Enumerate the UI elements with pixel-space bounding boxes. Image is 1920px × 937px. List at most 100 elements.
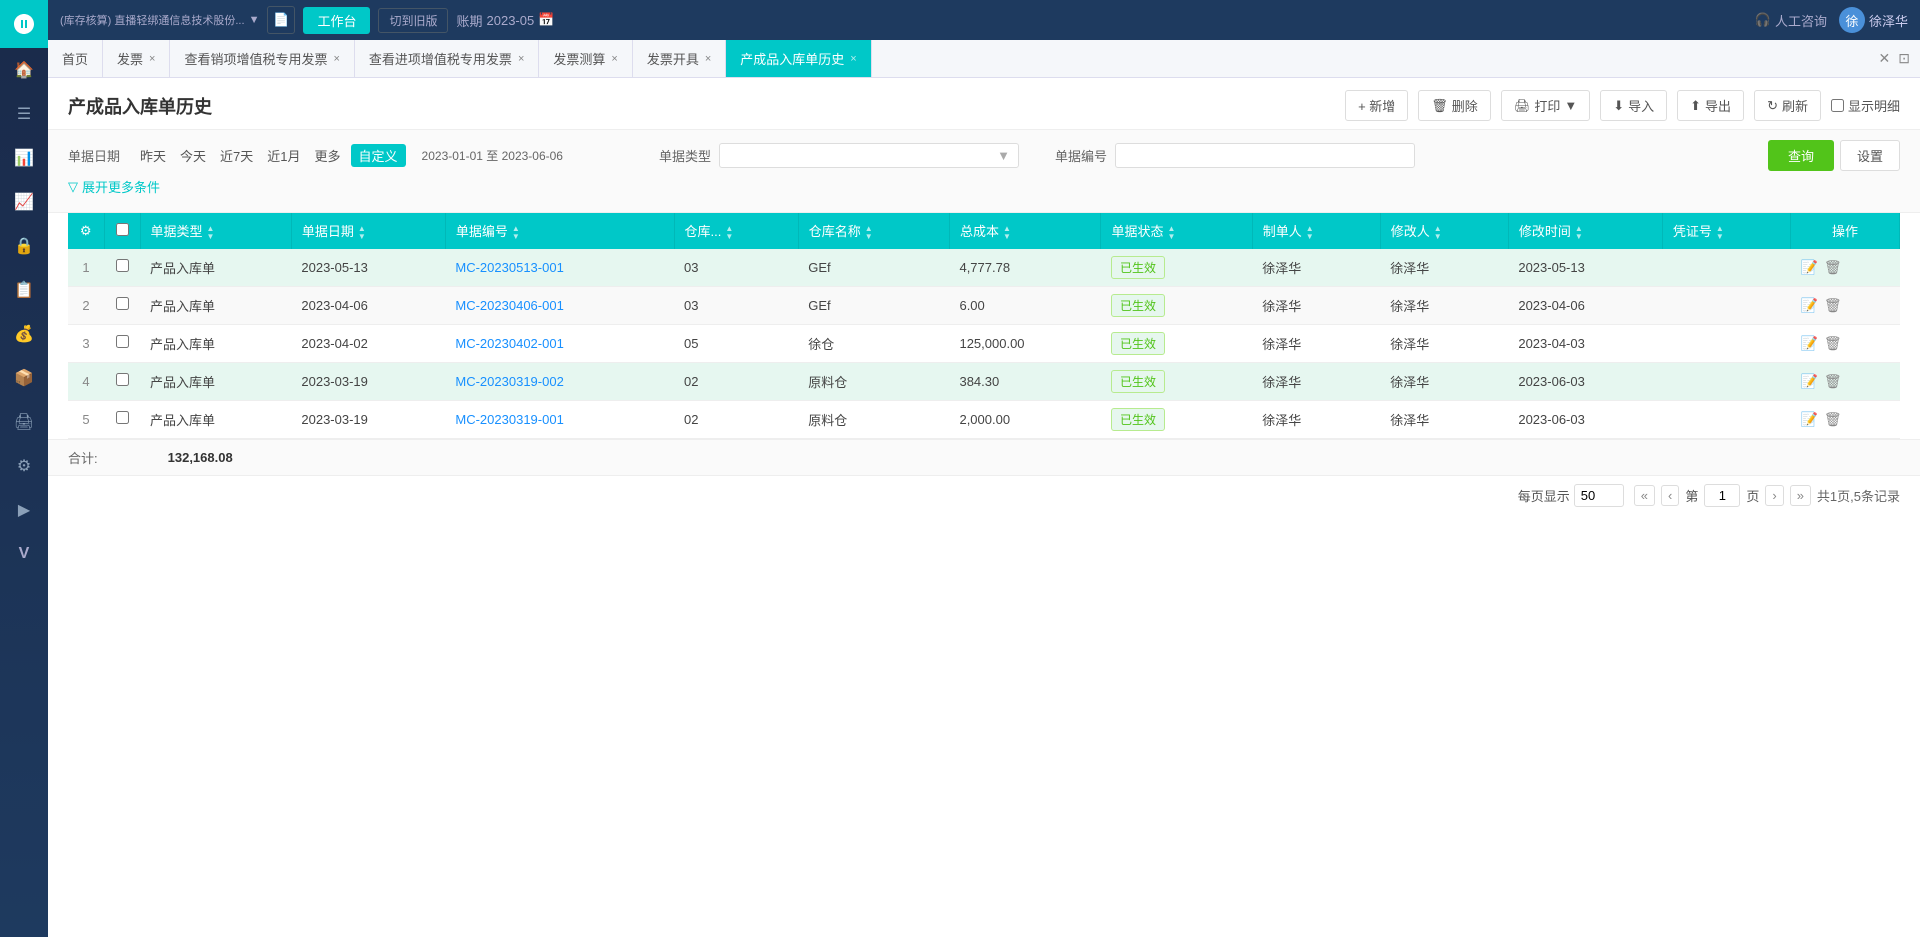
th-total-cost[interactable]: 总成本▲▼ <box>949 213 1100 249</box>
shortcut-7days[interactable]: 近7天 <box>216 144 257 167</box>
row-modify-time-1: 2023-05-13 <box>1508 249 1662 287</box>
per-page-input[interactable] <box>1574 484 1624 507</box>
sidebar-item-finance[interactable]: 💰 <box>0 312 48 356</box>
th-type[interactable]: 单据类型▲▼ <box>140 213 291 249</box>
print-button[interactable]: 🖨 打印 ▼ <box>1501 90 1590 121</box>
tab-sales-invoice-close[interactable]: × <box>333 53 339 65</box>
number-input[interactable] <box>1115 143 1415 168</box>
sidebar-item-menu[interactable]: ☰ <box>0 92 48 136</box>
delete-button[interactable]: 🗑 删除 <box>1418 90 1491 121</box>
prev-page-button[interactable]: ‹ <box>1661 485 1679 506</box>
sidebar-item-inventory[interactable]: 📦 <box>0 356 48 400</box>
th-date[interactable]: 单据日期▲▼ <box>291 213 445 249</box>
delete-action-3[interactable]: 🗑 <box>1824 335 1842 352</box>
tab-invoice-close[interactable]: × <box>149 53 155 65</box>
tab-product-history[interactable]: 产成品入库单历史 × <box>726 40 871 77</box>
show-detail-checkbox[interactable] <box>1831 99 1844 112</box>
switch-version-button[interactable]: 切到旧版 <box>378 8 448 33</box>
row-number-4[interactable]: MC-20230319-002 <box>445 362 674 400</box>
close-all-tabs-icon[interactable]: ✕ <box>1879 50 1891 67</box>
tab-sales-invoice[interactable]: 查看销项增值税专用发票 × <box>170 40 354 77</box>
row-creator-5: 徐泽华 <box>1252 400 1380 438</box>
th-modify-time[interactable]: 修改时间▲▼ <box>1508 213 1662 249</box>
shortcut-today[interactable]: 今天 <box>176 144 210 167</box>
show-detail-toggle[interactable]: 显示明细 <box>1831 96 1900 115</box>
th-warehouse-code[interactable]: 仓库...▲▼ <box>674 213 798 249</box>
tab-purchase-invoice-close[interactable]: × <box>518 53 524 65</box>
tab-purchase-invoice[interactable]: 查看进项增值税专用发票 × <box>355 40 539 77</box>
row-number-1[interactable]: MC-20230513-001 <box>445 249 674 287</box>
sidebar-item-analytics[interactable]: 📈 <box>0 180 48 224</box>
row-number-5[interactable]: MC-20230319-001 <box>445 400 674 438</box>
shortcut-1month[interactable]: 近1月 <box>263 144 304 167</box>
tab-invoice[interactable]: 发票 × <box>103 40 170 77</box>
shortcut-custom[interactable]: 自定义 <box>351 144 406 167</box>
sidebar-item-home[interactable]: 🏠 <box>0 48 48 92</box>
row-number-3[interactable]: MC-20230402-001 <box>445 324 674 362</box>
th-modifier[interactable]: 修改人▲▼ <box>1380 213 1508 249</box>
doc-button[interactable]: 📄 <box>267 6 295 34</box>
row-checkbox-4[interactable] <box>104 362 140 400</box>
shortcut-yesterday[interactable]: 昨天 <box>136 144 170 167</box>
sidebar-item-security[interactable]: 🔒 <box>0 224 48 268</box>
th-number[interactable]: 单据编号▲▼ <box>445 213 674 249</box>
delete-action-2[interactable]: 🗑 <box>1824 297 1842 314</box>
table-row: 4 产品入库单 2023-03-19 MC-20230319-002 02 原料… <box>68 362 1900 400</box>
delete-action-1[interactable]: 🗑 <box>1824 259 1842 276</box>
sidebar-item-video[interactable]: ▶ <box>0 488 48 532</box>
new-button[interactable]: + 新增 <box>1345 90 1408 121</box>
company-selector[interactable]: (库存核算) 直播轻绑通信息技术股份... ▼ <box>60 12 259 28</box>
edit-action-3[interactable]: 📝 <box>1800 335 1817 352</box>
sidebar-item-docs[interactable]: 📋 <box>0 268 48 312</box>
edit-action-4[interactable]: 📝 <box>1800 373 1817 390</box>
user-menu[interactable]: 徐 徐泽华 <box>1839 7 1908 33</box>
sidebar-item-print[interactable]: 🖨 <box>0 400 48 444</box>
edit-action-1[interactable]: 📝 <box>1800 259 1817 276</box>
edit-action-5[interactable]: 📝 <box>1800 411 1817 428</box>
tab-invoice-calc-close[interactable]: × <box>611 53 617 65</box>
sidebar-item-v[interactable]: V <box>0 532 48 576</box>
workbench-button[interactable]: 工作台 <box>303 7 370 34</box>
tab-product-history-close[interactable]: × <box>850 53 856 65</box>
th-checkbox[interactable] <box>104 213 140 249</box>
setting-button[interactable]: 设置 <box>1840 140 1900 171</box>
edit-action-2[interactable]: 📝 <box>1800 297 1817 314</box>
th-status[interactable]: 单据状态▲▼ <box>1101 213 1252 249</box>
help-label[interactable]: 🎧 人工咨询 <box>1755 11 1827 30</box>
tab-invoice-issue-close[interactable]: × <box>705 53 711 65</box>
page-size-select: 每页显示 <box>1518 484 1624 507</box>
import-button[interactable]: ⬇ 导入 <box>1600 90 1667 121</box>
th-creator[interactable]: 制单人▲▼ <box>1252 213 1380 249</box>
tab-invoice-issue[interactable]: 发票开具 × <box>633 40 726 77</box>
company-dropdown-icon[interactable]: ▼ <box>249 14 260 26</box>
row-checkbox-3[interactable] <box>104 324 140 362</box>
th-voucher[interactable]: 凭证号▲▼ <box>1662 213 1790 249</box>
delete-action-4[interactable]: 🗑 <box>1824 373 1842 390</box>
row-checkbox-1[interactable] <box>104 249 140 287</box>
type-select[interactable]: ▼ <box>719 143 1019 168</box>
maximize-icon[interactable]: ⊡ <box>1898 50 1910 67</box>
row-checkbox-5[interactable] <box>104 400 140 438</box>
page-number-input[interactable] <box>1704 484 1740 507</box>
sidebar-item-settings[interactable]: ⚙ <box>0 444 48 488</box>
th-warehouse-name[interactable]: 仓库名称▲▼ <box>798 213 949 249</box>
first-page-button[interactable]: « <box>1634 485 1655 506</box>
delete-action-5[interactable]: 🗑 <box>1824 411 1842 428</box>
tab-invoice-calc[interactable]: 发票测算 × <box>539 40 632 77</box>
expand-conditions-button[interactable]: ▽ 展开更多条件 <box>68 177 160 196</box>
row-number-2[interactable]: MC-20230406-001 <box>445 286 674 324</box>
tab-home[interactable]: 首页 <box>48 40 103 77</box>
shortcut-more[interactable]: 更多 <box>311 144 345 167</box>
period-calendar-icon[interactable]: 📅 <box>538 12 554 28</box>
row-checkbox-2[interactable] <box>104 286 140 324</box>
th-settings[interactable]: ⚙ <box>68 213 104 249</box>
export-button[interactable]: ⬆ 导出 <box>1677 90 1744 121</box>
print-dropdown-icon[interactable]: ▼ <box>1564 98 1577 113</box>
last-page-button[interactable]: » <box>1790 485 1811 506</box>
sidebar-item-chart[interactable]: 📊 <box>0 136 48 180</box>
next-page-button[interactable]: › <box>1765 485 1783 506</box>
query-button[interactable]: 查询 <box>1768 140 1834 171</box>
avatar: 徐 <box>1839 7 1865 33</box>
select-all-checkbox[interactable] <box>116 223 129 236</box>
refresh-button[interactable]: ↻ 刷新 <box>1754 90 1821 121</box>
